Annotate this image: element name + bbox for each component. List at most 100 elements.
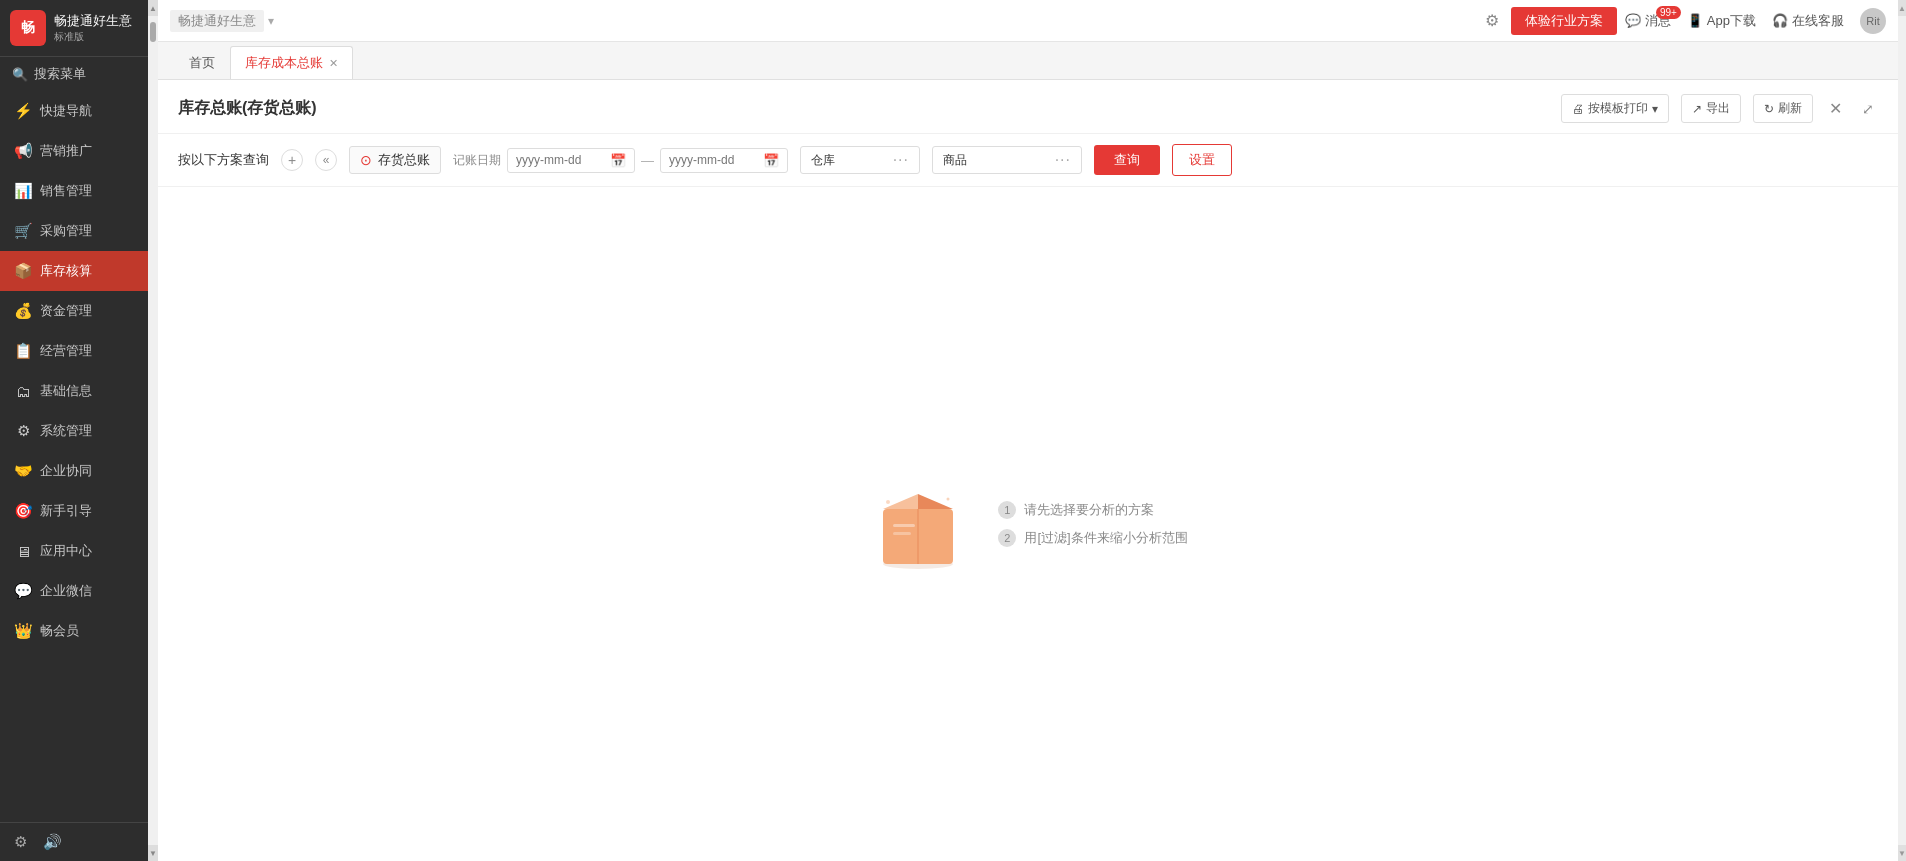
capital-icon: 💰: [14, 302, 32, 320]
sidebar-item-capital[interactable]: 💰 资金管理: [0, 291, 148, 331]
chevron-down-icon: ▾: [1652, 102, 1658, 116]
topbar-settings-icon[interactable]: ⚙: [1481, 7, 1503, 34]
marketing-icon: 📢: [14, 142, 32, 160]
right-scroll-up[interactable]: ▲: [1898, 0, 1906, 16]
sidebar-item-label: 采购管理: [40, 222, 92, 240]
warehouse-label: 仓库: [811, 152, 835, 169]
right-scroll-down[interactable]: ▼: [1898, 845, 1906, 861]
page-content: 库存总账(存货总账) 🖨 按模板打印 ▾ ↗ 导出 ↻ 刷新 ✕ ⤢: [158, 80, 1898, 861]
date-end-input[interactable]: 📅: [660, 148, 788, 173]
tab-close-icon[interactable]: ✕: [329, 57, 338, 70]
scroll-up-arrow[interactable]: ▲: [148, 0, 158, 16]
sidebar-item-sales[interactable]: 📊 销售管理: [0, 171, 148, 211]
filter-scheme[interactable]: ⊙ 存货总账: [349, 146, 441, 174]
tip-item-2: 2 用[过滤]条件来缩小分析范围: [998, 529, 1187, 547]
warehouse-filter[interactable]: 仓库 ···: [800, 146, 920, 174]
panel-resize-icon[interactable]: ⤢: [1858, 97, 1878, 121]
sidebar-item-management[interactable]: 📋 经营管理: [0, 331, 148, 371]
date-end-field[interactable]: [669, 153, 759, 167]
sidebar-search[interactable]: 🔍 搜索菜单: [0, 57, 148, 91]
topbar-right: 💬 消息 99+ 📱 App下载 🎧 在线客服 Rit: [1625, 8, 1886, 34]
sidebar-item-purchase[interactable]: 🛒 采购管理: [0, 211, 148, 251]
template-print-btn[interactable]: 🖨 按模板打印 ▾: [1561, 94, 1669, 123]
sidebar-item-label: 新手引导: [40, 502, 92, 520]
sidebar-item-inventory[interactable]: 📦 库存核算: [0, 251, 148, 291]
speaker-icon[interactable]: 🔊: [43, 833, 62, 851]
main-area: 畅捷通好生意 ▾ ⚙ 体验行业方案 💬 消息 99+ 📱 App下载 🎧 在线客…: [158, 0, 1898, 861]
date-start-input[interactable]: 📅: [507, 148, 635, 173]
refresh-btn[interactable]: ↻ 刷新: [1753, 94, 1813, 123]
user-name: Rit: [1866, 15, 1879, 27]
calendar-end-icon[interactable]: 📅: [763, 153, 779, 168]
filter-collapse-btn[interactable]: «: [315, 149, 337, 171]
scroll-down-arrow[interactable]: ▼: [148, 845, 158, 861]
brand-subtitle: 标准版: [54, 30, 132, 43]
sidebar-item-label: 经营管理: [40, 342, 92, 360]
svg-point-8: [947, 498, 950, 501]
inventory-icon: 📦: [14, 262, 32, 280]
tab-inventory-cost[interactable]: 库存成本总账 ✕: [230, 46, 353, 79]
management-icon: 📋: [14, 342, 32, 360]
quick-nav-icon: ⚡: [14, 102, 32, 120]
sidebar-search-label: 搜索菜单: [34, 65, 86, 83]
settings-bottom-icon[interactable]: ⚙: [14, 833, 27, 851]
svg-rect-6: [893, 532, 911, 535]
purchase-icon: 🛒: [14, 222, 32, 240]
sidebar-item-label: 库存核算: [40, 262, 92, 280]
query-btn[interactable]: 查询: [1094, 145, 1160, 175]
tip-num-1: 1: [998, 501, 1016, 519]
filter-bar: 按以下方案查询 + « ⊙ 存货总账 记账日期 📅 — 📅: [158, 134, 1898, 187]
filter-label: 按以下方案查询: [178, 151, 269, 169]
app-download-btn[interactable]: 📱 App下载: [1687, 12, 1756, 30]
breadcrumb-chevron-icon: ▾: [268, 14, 274, 28]
page-header: 库存总账(存货总账) 🖨 按模板打印 ▾ ↗ 导出 ↻ 刷新 ✕ ⤢: [158, 80, 1898, 134]
member-icon: 👑: [14, 622, 32, 640]
sidebar-item-member[interactable]: 👑 畅会员: [0, 611, 148, 651]
printer-icon: 🖨: [1572, 102, 1584, 116]
empty-tips: 1 请先选择要分析的方案 2 用[过滤]条件来缩小分析范围: [998, 501, 1187, 547]
sidebar-item-enterprise[interactable]: 🤝 企业协同: [0, 451, 148, 491]
system-icon: ⚙: [14, 422, 32, 440]
sidebar-item-system[interactable]: ⚙ 系统管理: [0, 411, 148, 451]
sidebar-item-label: 资金管理: [40, 302, 92, 320]
sidebar-item-app-center[interactable]: 🖥 应用中心: [0, 531, 148, 571]
scroll-thumb: [150, 22, 156, 42]
phone-icon: 📱: [1687, 13, 1703, 28]
tab-home[interactable]: 首页: [174, 46, 230, 79]
svg-point-7: [886, 500, 890, 504]
online-service-btn[interactable]: 🎧 在线客服: [1772, 12, 1844, 30]
sidebar-item-wechat[interactable]: 💬 企业微信: [0, 571, 148, 611]
filter-add-btn[interactable]: +: [281, 149, 303, 171]
panel-close-icon[interactable]: ✕: [1825, 95, 1846, 122]
message-btn[interactable]: 💬 消息 99+: [1625, 12, 1671, 30]
tab-bar: 首页 库存成本总账 ✕: [158, 42, 1898, 80]
export-btn[interactable]: ↗ 导出: [1681, 94, 1741, 123]
enterprise-icon: 🤝: [14, 462, 32, 480]
date-start-field[interactable]: [516, 153, 606, 167]
search-icon: 🔍: [12, 67, 28, 82]
goods-filter[interactable]: 商品 ···: [932, 146, 1082, 174]
sidebar-item-marketing[interactable]: 📢 营销推广: [0, 131, 148, 171]
calendar-start-icon[interactable]: 📅: [610, 153, 626, 168]
page-title: 库存总账(存货总账): [178, 98, 317, 119]
right-scrollbar: ▲ ▼: [1898, 0, 1906, 861]
sidebar-item-basic-info[interactable]: 🗂 基础信息: [0, 371, 148, 411]
sidebar-item-label: 销售管理: [40, 182, 92, 200]
message-icon: 💬: [1625, 13, 1641, 28]
svg-rect-5: [893, 524, 915, 527]
sidebar-item-quick-nav[interactable]: ⚡ 快捷导航: [0, 91, 148, 131]
date-separator: —: [641, 153, 654, 168]
sidebar-item-label: 畅会员: [40, 622, 79, 640]
settings-btn[interactable]: 设置: [1172, 144, 1232, 176]
refresh-icon: ↻: [1764, 102, 1774, 116]
user-avatar[interactable]: Rit: [1860, 8, 1886, 34]
scroll-track: [148, 16, 158, 845]
app-logo-icon: 畅: [10, 10, 46, 46]
scheme-icon: ⊙: [360, 152, 372, 168]
right-scroll-track: [1898, 16, 1906, 845]
brand-name: 畅捷通好生意: [54, 13, 132, 30]
sidebar-item-newbie[interactable]: 🎯 新手引导: [0, 491, 148, 531]
tip-num-2: 2: [998, 529, 1016, 547]
sidebar: 畅 畅捷通好生意 标准版 🔍 搜索菜单 ⚡ 快捷导航 📢 营销推广 📊 销售管理…: [0, 0, 148, 861]
trial-btn[interactable]: 体验行业方案: [1511, 7, 1617, 35]
